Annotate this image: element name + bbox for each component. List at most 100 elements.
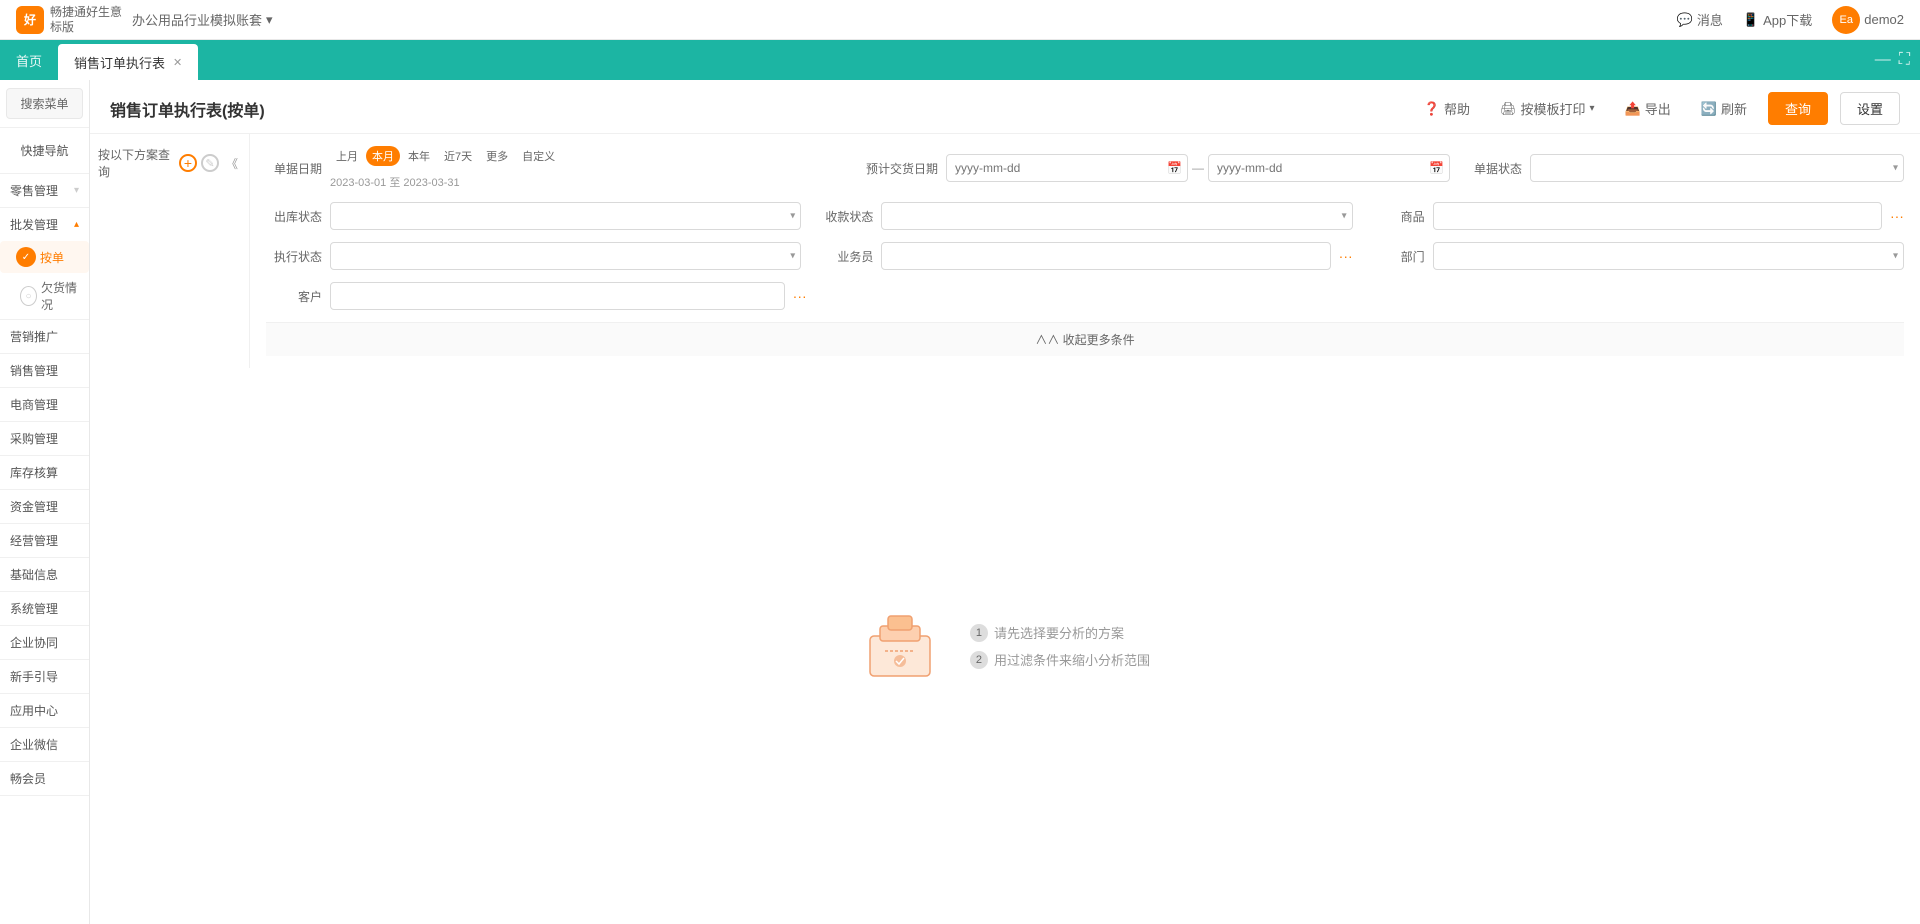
sidebar-section-sales-mgmt: 销售管理: [0, 354, 89, 388]
date-tab-last-month[interactable]: 上月: [330, 146, 364, 166]
app-download-button[interactable]: 📱 App下载: [1743, 10, 1812, 29]
settings-label: 设置: [1857, 102, 1883, 117]
sidebar-item-vip[interactable]: 畅会员: [0, 762, 89, 795]
collapse-bar[interactable]: ∧∧ 收起更多条件: [266, 322, 1904, 356]
sidebar-item-new-user[interactable]: 新手引导: [0, 660, 89, 693]
sidebar-sub-by-order[interactable]: ✓ 按单: [0, 241, 89, 273]
tab-close-icon[interactable]: ✕: [173, 56, 182, 69]
add-scheme-icon[interactable]: +: [179, 154, 197, 172]
wholesale-mgmt-label: 批发管理: [10, 216, 58, 233]
date-tab-7days[interactable]: 近7天: [438, 146, 478, 166]
date-tab-custom[interactable]: 自定义: [516, 146, 561, 166]
tab-home-label: 首页: [16, 51, 42, 70]
date-tabs: 上月 本月 本年 近7天 更多 自定义: [330, 146, 850, 166]
sidebar-item-inventory[interactable]: 库存核算: [0, 456, 89, 489]
customer-dots-icon[interactable]: ···: [793, 288, 807, 304]
help-label: 帮助: [1444, 99, 1470, 118]
execution-status-select[interactable]: [330, 242, 801, 270]
empty-state-content: 1 请先选择要分析的方案 2 用过滤条件来缩小分析范围: [860, 606, 1150, 686]
sidebar-section-ecommerce: 电商管理: [0, 388, 89, 422]
filter-sidebar: 按以下方案查询 + ✎ 《: [90, 134, 250, 368]
sidebar-item-business[interactable]: 经营管理: [0, 524, 89, 557]
customer-input[interactable]: [330, 282, 785, 310]
query-label: 查询: [1785, 99, 1811, 118]
collection-status-select[interactable]: [881, 202, 1352, 230]
sidebar: 搜索菜单 快捷导航 零售管理 ▾ 批发管理 ▴ ✓ 按单 ○ 欠货情况: [0, 80, 90, 924]
goods-input[interactable]: [1433, 202, 1882, 230]
filter-row-2: 出库状态 ▾ 收款状态: [266, 202, 1904, 230]
delivery-end-input[interactable]: [1208, 154, 1450, 182]
collapse-icon: ∧∧: [1035, 333, 1059, 347]
sidebar-section-retail: 零售管理 ▾: [0, 174, 89, 208]
collapse-sidebar-icon[interactable]: 《: [223, 154, 241, 172]
sidebar-sub-owed-goods[interactable]: ○ 欠货情况: [0, 273, 89, 319]
sidebar-item-basic-info[interactable]: 基础信息: [0, 558, 89, 591]
message-button[interactable]: 💬 消息: [1677, 10, 1723, 29]
date-tab-this-month[interactable]: 本月: [366, 146, 400, 166]
tab-expand-icon[interactable]: ⛶: [1899, 51, 1910, 69]
empty-state: 1 请先选择要分析的方案 2 用过滤条件来缩小分析范围: [90, 368, 1920, 924]
help-button[interactable]: ❓ 帮助: [1415, 94, 1479, 123]
hint-2-num: 2: [970, 651, 988, 669]
sidebar-section-business: 经营管理: [0, 524, 89, 558]
printer-icon: 🖨: [1500, 101, 1517, 117]
empty-state-text: 1 请先选择要分析的方案 2 用过滤条件来缩小分析范围: [970, 623, 1150, 669]
single-status-select-wrapper: ▾: [1530, 154, 1904, 182]
tab-sales-order-exec[interactable]: 销售订单执行表 ✕: [58, 44, 198, 80]
export-button[interactable]: 📤 导出: [1616, 94, 1680, 123]
tab-home[interactable]: 首页: [0, 40, 58, 80]
goods-dots-icon[interactable]: ···: [1890, 208, 1904, 224]
sidebar-section-vip: 畅会员: [0, 762, 89, 796]
salesperson-field: 业务员 ···: [817, 242, 1352, 270]
filter-layout: 按以下方案查询 + ✎ 《 单据日期: [90, 134, 1920, 368]
edit-scheme-icon[interactable]: ✎: [201, 154, 219, 172]
salesperson-input[interactable]: [881, 242, 1330, 270]
salesperson-dots-icon[interactable]: ···: [1339, 248, 1353, 264]
sidebar-item-marketing[interactable]: 营销推广: [0, 320, 89, 353]
settings-button[interactable]: 设置: [1840, 92, 1900, 125]
header-left: 好 畅捷通好生意 标版 办公用品行业模拟账套 ▾: [16, 5, 273, 34]
expected-delivery-label: 预计交货日期: [866, 160, 938, 177]
export-label: 导出: [1645, 99, 1671, 118]
filter-row-1: 单据日期 上月 本月 本年 近7天 更多 自定义 20: [266, 146, 1904, 190]
sidebar-item-purchase[interactable]: 采购管理: [0, 422, 89, 455]
refresh-button[interactable]: 🔄 刷新: [1692, 94, 1756, 123]
sidebar-item-wholesale-mgmt[interactable]: 批发管理 ▴: [0, 208, 89, 241]
sidebar-item-sales-mgmt[interactable]: 销售管理: [0, 354, 89, 387]
date-tab-more[interactable]: 更多: [480, 146, 514, 166]
outbound-status-select[interactable]: [330, 202, 801, 230]
sidebar-item-enterprise-wechat[interactable]: 企业微信: [0, 728, 89, 761]
template-print-button[interactable]: 🖨 按模板打印 ▾: [1491, 94, 1604, 123]
query-button[interactable]: 查询: [1768, 92, 1828, 125]
sidebar-item-system[interactable]: 系统管理: [0, 592, 89, 625]
page-header: 销售订单执行表(按单) ❓ 帮助 🖨 按模板打印 ▾ 📤 导出 🔄 刷新: [90, 80, 1920, 134]
hint-2-text: 用过滤条件来缩小分析范围: [994, 650, 1150, 669]
goods-label: 商品: [1369, 208, 1425, 225]
vip-label: 畅会员: [10, 770, 46, 787]
sidebar-item-finance[interactable]: 资金管理: [0, 490, 89, 523]
sidebar-item-app-center[interactable]: 应用中心: [0, 694, 89, 727]
sidebar-item-ecommerce[interactable]: 电商管理: [0, 388, 89, 421]
logo-icon: 好: [16, 6, 44, 34]
customer-label: 客户: [266, 288, 322, 305]
hint-1-num: 1: [970, 624, 988, 642]
user-area[interactable]: Ea demo2: [1832, 6, 1904, 34]
sidebar-section-app-center: 应用中心: [0, 694, 89, 728]
sidebar-item-retail-mgmt[interactable]: 零售管理 ▾: [0, 174, 89, 207]
date-tab-this-year[interactable]: 本年: [402, 146, 436, 166]
search-menu-button[interactable]: 搜索菜单: [6, 88, 83, 119]
tab-minimize-icon[interactable]: —: [1875, 51, 1891, 69]
sidebar-item-quick-nav[interactable]: 快捷导航: [0, 134, 89, 167]
department-select[interactable]: [1433, 242, 1904, 270]
delivery-start-input[interactable]: [946, 154, 1188, 182]
sidebar-item-enterprise[interactable]: 企业协同: [0, 626, 89, 659]
logo-line2: 标版: [50, 20, 122, 34]
sidebar-search[interactable]: 搜索菜单: [0, 80, 89, 128]
breadcrumb-text: 办公用品行业模拟账套: [132, 10, 262, 29]
system-label: 系统管理: [10, 600, 58, 617]
tab-bar-actions: — ⛶: [1875, 51, 1920, 69]
sidebar-section-wholesale: 批发管理 ▴ ✓ 按单 ○ 欠货情况: [0, 208, 89, 320]
single-status-select[interactable]: [1530, 154, 1904, 182]
retail-mgmt-label: 零售管理: [10, 182, 58, 199]
outbound-status-label: 出库状态: [266, 208, 322, 225]
